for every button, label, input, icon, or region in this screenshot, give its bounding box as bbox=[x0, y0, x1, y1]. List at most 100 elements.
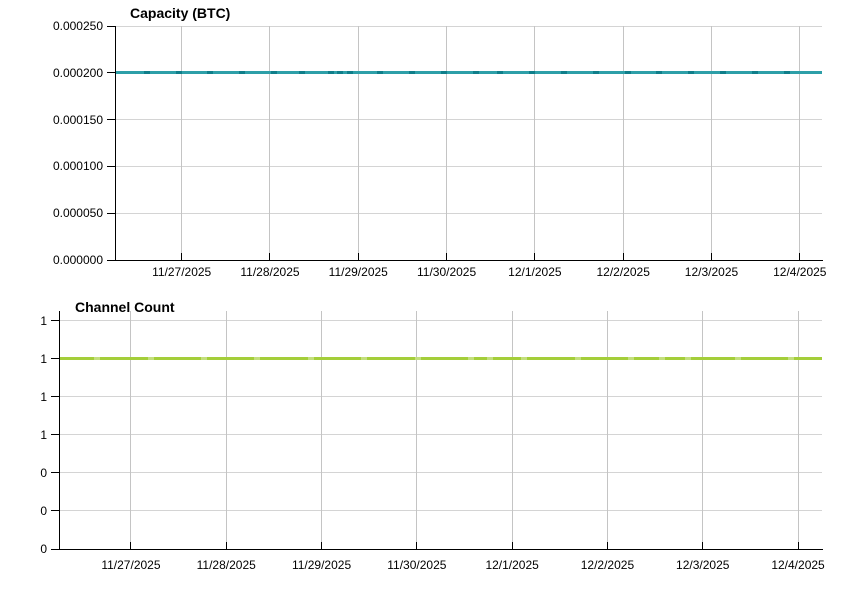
y-axis bbox=[115, 26, 116, 261]
x-tick-label: 12/2/2025 bbox=[596, 265, 650, 279]
gridline-vertical bbox=[797, 311, 799, 549]
x-tick-label: 12/1/2025 bbox=[485, 558, 539, 572]
y-axis-tick bbox=[51, 472, 59, 474]
y-axis-tick bbox=[107, 165, 115, 167]
series-point-marker bbox=[628, 357, 635, 361]
x-tick-label: 11/29/2025 bbox=[328, 265, 388, 279]
series-point-marker bbox=[735, 357, 742, 361]
series-point-marker bbox=[487, 357, 494, 361]
y-axis-tick bbox=[51, 396, 59, 398]
series-point-marker bbox=[685, 357, 692, 361]
y-axis-tick bbox=[107, 72, 115, 74]
x-tick-label: 11/30/2025 bbox=[416, 265, 477, 279]
series-point-marker bbox=[346, 71, 353, 75]
x-tick-label: 11/28/2025 bbox=[240, 265, 300, 279]
x-tick-label: 11/28/2025 bbox=[196, 558, 256, 572]
x-tick-label: 12/4/2025 bbox=[771, 558, 825, 572]
gridline-vertical bbox=[321, 311, 323, 549]
y-tick-label: 0 bbox=[40, 542, 47, 556]
gridline-vertical bbox=[357, 26, 359, 260]
series-point-marker bbox=[254, 357, 261, 361]
gridline-vertical bbox=[702, 311, 704, 549]
gridline-vertical bbox=[534, 26, 536, 260]
series-point-marker bbox=[327, 71, 334, 75]
x-tick-label: 12/4/2025 bbox=[773, 265, 827, 279]
series-point-marker bbox=[143, 71, 150, 75]
series-point-marker bbox=[788, 357, 795, 361]
series-point-marker bbox=[529, 71, 536, 75]
y-tick-label: 0.000150 bbox=[52, 112, 103, 127]
series-point-marker bbox=[497, 71, 504, 75]
y-axis-tick bbox=[51, 358, 59, 360]
gridline-vertical bbox=[269, 26, 271, 260]
y-tick-label: 0 bbox=[40, 503, 47, 518]
x-tick-label: 11/27/2025 bbox=[101, 558, 161, 572]
gridline-vertical bbox=[416, 311, 418, 549]
y-axis-tick bbox=[51, 510, 59, 512]
series-point-marker bbox=[783, 71, 790, 75]
y-tick-label: 1 bbox=[40, 389, 47, 404]
series-point-marker bbox=[574, 357, 581, 361]
gridline-vertical bbox=[511, 311, 513, 549]
x-tick-label: 11/27/2025 bbox=[152, 265, 212, 279]
series-point-marker bbox=[472, 71, 479, 75]
y-tick-label: 1 bbox=[40, 313, 47, 328]
channel-count-chart-title: Channel Count bbox=[75, 299, 175, 315]
gridline-horizontal bbox=[59, 396, 822, 398]
y-tick-label: 0.000100 bbox=[52, 159, 103, 174]
series-point-marker bbox=[560, 71, 567, 75]
series-point-marker bbox=[239, 71, 246, 75]
series-line bbox=[115, 71, 822, 75]
gridline-horizontal bbox=[59, 434, 822, 436]
series-point-marker bbox=[361, 357, 368, 361]
series-point-marker bbox=[751, 71, 758, 75]
y-axis-tick bbox=[107, 259, 115, 261]
y-axis-tick bbox=[107, 25, 115, 27]
series-point-marker bbox=[688, 71, 695, 75]
series-point-marker bbox=[207, 71, 214, 75]
gridline-horizontal bbox=[59, 320, 822, 322]
x-tick-label: 11/29/2025 bbox=[291, 558, 352, 572]
series-point-marker bbox=[468, 357, 475, 361]
y-tick-label: 0 bbox=[40, 465, 47, 480]
series-point-marker bbox=[94, 357, 101, 361]
y-tick-label: 1 bbox=[40, 351, 47, 366]
y-tick-label: 1 bbox=[40, 427, 47, 442]
gridline-vertical bbox=[446, 26, 448, 260]
series-point-marker bbox=[656, 71, 663, 75]
y-axis bbox=[59, 311, 60, 550]
gridline-vertical bbox=[606, 311, 608, 549]
gridline-vertical bbox=[710, 26, 712, 260]
series-point-marker bbox=[624, 71, 631, 75]
series-point-marker bbox=[592, 71, 599, 75]
gridline-vertical bbox=[181, 26, 183, 260]
x-axis bbox=[115, 260, 823, 261]
gridline-horizontal bbox=[115, 119, 822, 121]
series-point-marker bbox=[147, 357, 154, 361]
x-tick-label: 12/3/2025 bbox=[676, 558, 730, 572]
series-point-marker bbox=[658, 357, 665, 361]
series-point-marker bbox=[175, 71, 182, 75]
series-point-marker bbox=[200, 357, 207, 361]
series-point-marker bbox=[307, 357, 314, 361]
series-point-marker bbox=[440, 71, 447, 75]
capacity-chart-title: Capacity (BTC) bbox=[130, 5, 231, 21]
y-tick-label: 0.000050 bbox=[52, 206, 103, 221]
x-tick-label: 12/1/2025 bbox=[508, 265, 562, 279]
y-axis-tick bbox=[51, 434, 59, 436]
gridline-vertical bbox=[622, 26, 624, 260]
y-tick-label: 0.000000 bbox=[52, 253, 103, 267]
series-point-marker bbox=[377, 71, 384, 75]
gridline-horizontal bbox=[115, 25, 822, 27]
gridline-horizontal bbox=[115, 212, 822, 214]
gridline-horizontal bbox=[115, 165, 822, 167]
y-axis-tick bbox=[107, 119, 115, 121]
series-point-marker bbox=[408, 71, 415, 75]
y-tick-label: 0.000250 bbox=[52, 19, 103, 33]
x-axis bbox=[59, 549, 823, 550]
y-axis-tick bbox=[107, 212, 115, 214]
y-tick-label: 0.000200 bbox=[52, 65, 103, 80]
series-point-marker bbox=[271, 71, 278, 75]
y-axis-tick bbox=[51, 320, 59, 322]
series-point-marker bbox=[414, 357, 421, 361]
